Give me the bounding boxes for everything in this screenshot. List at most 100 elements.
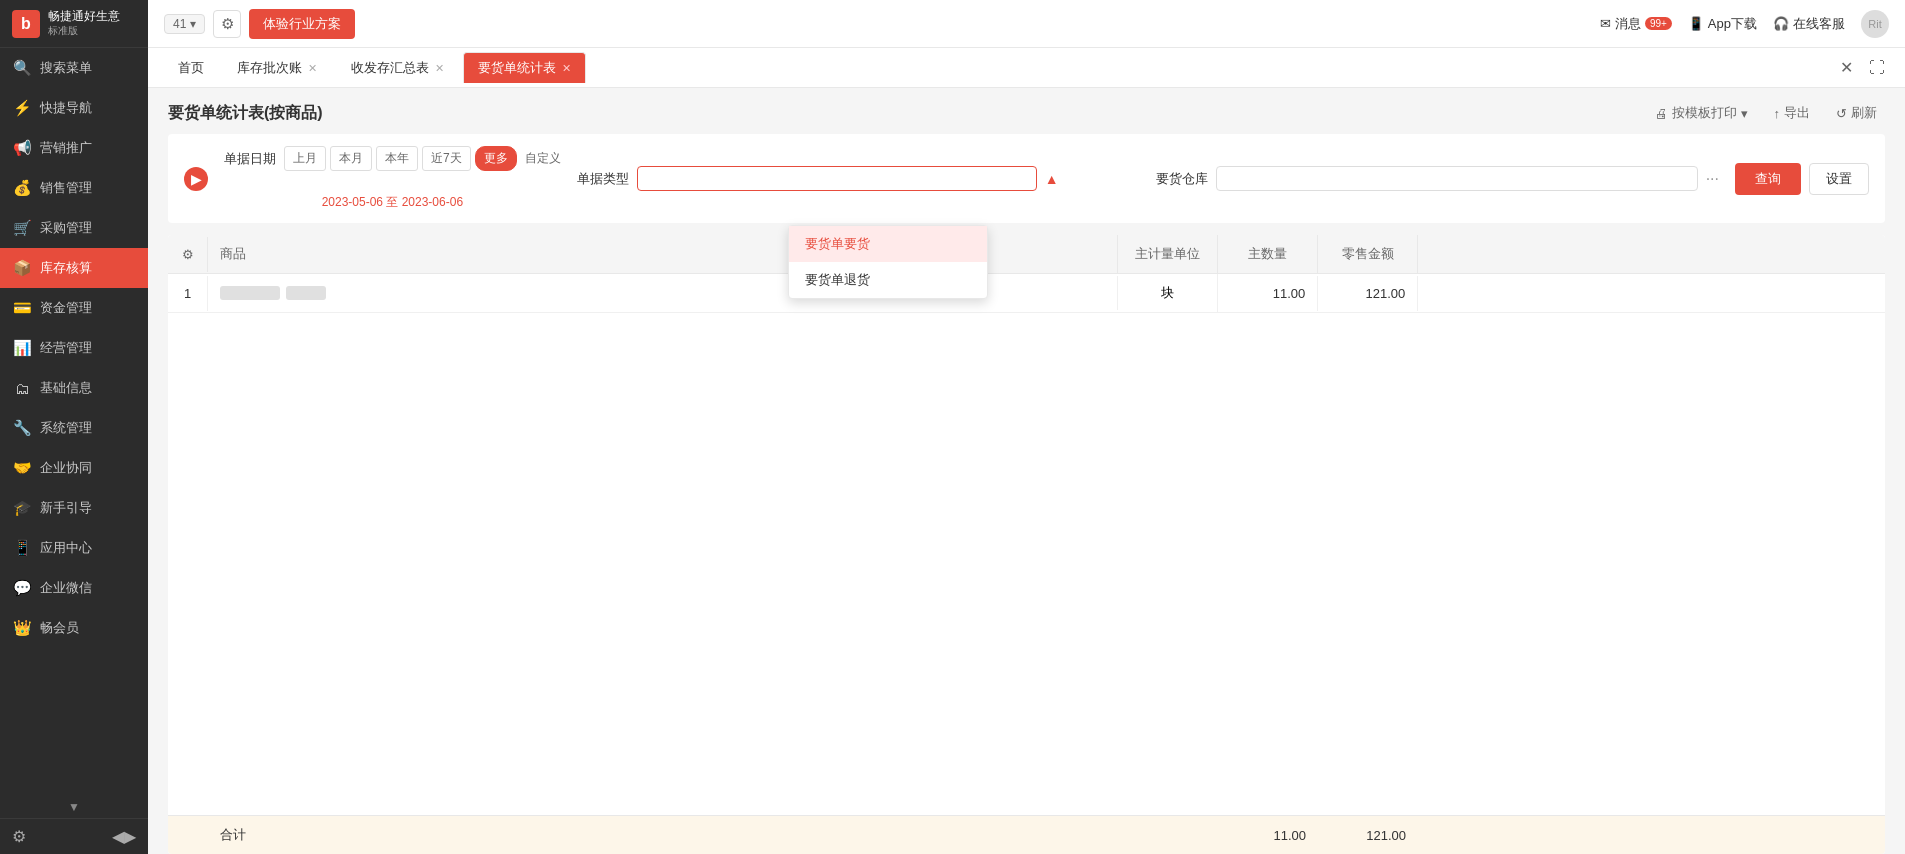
sidebar-label-guide: 新手引导 [40, 499, 92, 517]
user-avatar[interactable]: Rit [1861, 10, 1889, 38]
sidebar-item-system[interactable]: 🔧 系统管理 [0, 408, 148, 448]
sidebar-item-sales[interactable]: 💰 销售管理 [0, 168, 148, 208]
settings-button[interactable]: 设置 [1809, 163, 1869, 195]
online-service-button[interactable]: 🎧 在线客服 [1773, 15, 1845, 33]
dropdown-item-order[interactable]: 要货单要货 [789, 226, 987, 262]
appstore-icon: 📱 [12, 538, 32, 558]
sidebar-item-appstore[interactable]: 📱 应用中心 [0, 528, 148, 568]
tfoot-amount: 121.00 [1318, 818, 1418, 853]
td-rest-1 [1418, 283, 1885, 303]
page-actions: 🖨 按模板打印 ▾ ↑ 导出 ↺ 刷新 [1647, 100, 1886, 126]
print-button[interactable]: 🖨 按模板打印 ▾ [1647, 100, 1756, 126]
filter-expand-button[interactable]: ▶ [184, 167, 208, 191]
date-btn-this-month[interactable]: 本月 [330, 146, 372, 171]
tab-minimize-button[interactable]: ✕ [1836, 54, 1857, 81]
tab-close-batch[interactable]: ✕ [308, 62, 317, 75]
th-rest [1418, 244, 1885, 264]
refresh-button[interactable]: ↺ 刷新 [1828, 100, 1885, 126]
date-btn-last-month[interactable]: 上月 [284, 146, 326, 171]
system-icon: 🔧 [12, 418, 32, 438]
message-icon: ✉ [1600, 16, 1611, 31]
date-filter-label: 单据日期 [224, 150, 276, 168]
sidebar-item-operation[interactable]: 📊 经营管理 [0, 328, 148, 368]
settings-icon[interactable]: ⚙ [12, 827, 26, 846]
export-icon: ↑ [1774, 106, 1781, 121]
message-badge: 99+ [1645, 17, 1672, 30]
tab-bar: 首页 库存批次账 ✕ 收发存汇总表 ✕ 要货单统计表 ✕ ✕ ⛶ [148, 48, 1905, 88]
sidebar-nav: 🔍 搜索菜单 ⚡ 快捷导航 📢 营销推广 💰 销售管理 🛒 采购管理 📦 库存核… [0, 48, 148, 796]
tab-batch-label: 库存批次账 [237, 59, 302, 77]
th-gear[interactable]: ⚙ [168, 237, 208, 272]
sidebar-item-finance[interactable]: 💳 资金管理 [0, 288, 148, 328]
warehouse-filter-group: 要货仓库 ··· [1156, 166, 1719, 191]
warehouse-filter-input[interactable] [1216, 166, 1698, 191]
page-header: 要货单统计表(按商品) 🖨 按模板打印 ▾ ↑ 导出 ↺ 刷新 [148, 88, 1905, 134]
header-gear-button[interactable]: ⚙ [213, 10, 241, 38]
sidebar-item-wechat[interactable]: 💬 企业微信 [0, 568, 148, 608]
message-button[interactable]: ✉ 消息 99+ [1600, 15, 1672, 33]
warehouse-more-icon[interactable]: ··· [1706, 170, 1719, 188]
purchase-icon: 🛒 [12, 218, 32, 238]
tab-expand-button[interactable]: ⛶ [1865, 55, 1889, 81]
header-left: 41 ▾ ⚙ 体验行业方案 [164, 9, 355, 39]
user-id-badge: 41 ▾ [164, 14, 205, 34]
logo-sub: 标准版 [48, 24, 120, 38]
type-filter-input[interactable] [637, 166, 1037, 191]
type-filter-group: 单据类型 ▲ [577, 166, 1140, 191]
finance-icon: 💳 [12, 298, 32, 318]
sidebar-label-basic: 基础信息 [40, 379, 92, 397]
td-amount-1: 121.00 [1318, 276, 1418, 311]
tab-bar-right: ✕ ⛶ [1836, 54, 1889, 81]
tab-home[interactable]: 首页 [164, 53, 218, 83]
dropdown-item-return[interactable]: 要货单退货 [789, 262, 987, 298]
date-btn-last-7days[interactable]: 近7天 [422, 146, 471, 171]
data-table: ⚙ 商品 主计量单位 主数量 零售金额 1 [168, 235, 1885, 854]
sidebar-item-search[interactable]: 🔍 搜索菜单 [0, 48, 148, 88]
enterprise-icon: 🤝 [12, 458, 32, 478]
sidebar-item-inventory[interactable]: 📦 库存核算 [0, 248, 148, 288]
date-btn-this-year[interactable]: 本年 [376, 146, 418, 171]
sidebar-item-basic[interactable]: 🗂 基础信息 [0, 368, 148, 408]
th-unit: 主计量单位 [1118, 235, 1218, 273]
product-code-block [286, 286, 326, 300]
sidebar-label-operation: 经营管理 [40, 339, 92, 357]
page-title: 要货单统计表(按商品) [168, 103, 323, 124]
tfoot-label [168, 825, 208, 845]
sidebar-item-marketing[interactable]: 📢 营销推广 [0, 128, 148, 168]
app-download-button[interactable]: 📱 App下载 [1688, 15, 1757, 33]
query-button[interactable]: 查询 [1735, 163, 1801, 195]
tab-close-requisition[interactable]: ✕ [562, 62, 571, 75]
sidebar-item-shortcut[interactable]: ⚡ 快捷导航 [0, 88, 148, 128]
trial-button[interactable]: 体验行业方案 [249, 9, 355, 39]
table-body: 1 块 11.00 121.00 [168, 274, 1885, 815]
sidebar-item-purchase[interactable]: 🛒 采购管理 [0, 208, 148, 248]
tfoot-rest [1418, 825, 1885, 845]
app-download-label: App下载 [1708, 15, 1757, 33]
sidebar-item-enterprise[interactable]: 🤝 企业协同 [0, 448, 148, 488]
sidebar-label-shortcut: 快捷导航 [40, 99, 92, 117]
sidebar-footer: ⚙ ◀▶ [0, 818, 148, 854]
sidebar-item-member[interactable]: 👑 畅会员 [0, 608, 148, 648]
sidebar-logo: b 畅捷通好生意 标准版 [0, 0, 148, 48]
tab-batch[interactable]: 库存批次账 ✕ [222, 52, 332, 83]
headset-icon: 🎧 [1773, 16, 1789, 31]
operation-icon: 📊 [12, 338, 32, 358]
refresh-icon: ↺ [1836, 106, 1847, 121]
tfoot-unit [1118, 825, 1218, 845]
sidebar-item-guide[interactable]: 🎓 新手引导 [0, 488, 148, 528]
collapse-icon[interactable]: ◀▶ [112, 827, 136, 846]
export-button[interactable]: ↑ 导出 [1766, 100, 1819, 126]
member-icon: 👑 [12, 618, 32, 638]
sidebar-scroll-down[interactable]: ▼ [0, 796, 148, 818]
tab-close-collection[interactable]: ✕ [435, 62, 444, 75]
tab-requisition[interactable]: 要货单统计表 ✕ [463, 52, 586, 83]
th-qty: 主数量 [1218, 235, 1318, 273]
print-icon: 🖨 [1655, 106, 1668, 121]
marketing-icon: 📢 [12, 138, 32, 158]
tab-collection[interactable]: 收发存汇总表 ✕ [336, 52, 459, 83]
date-btn-more[interactable]: 更多 [475, 146, 517, 171]
phone-icon: 📱 [1688, 16, 1704, 31]
custom-date-label[interactable]: 自定义 [525, 150, 561, 167]
type-dropdown-arrow[interactable]: ▲ [1045, 171, 1059, 187]
wechat-icon: 💬 [12, 578, 32, 598]
